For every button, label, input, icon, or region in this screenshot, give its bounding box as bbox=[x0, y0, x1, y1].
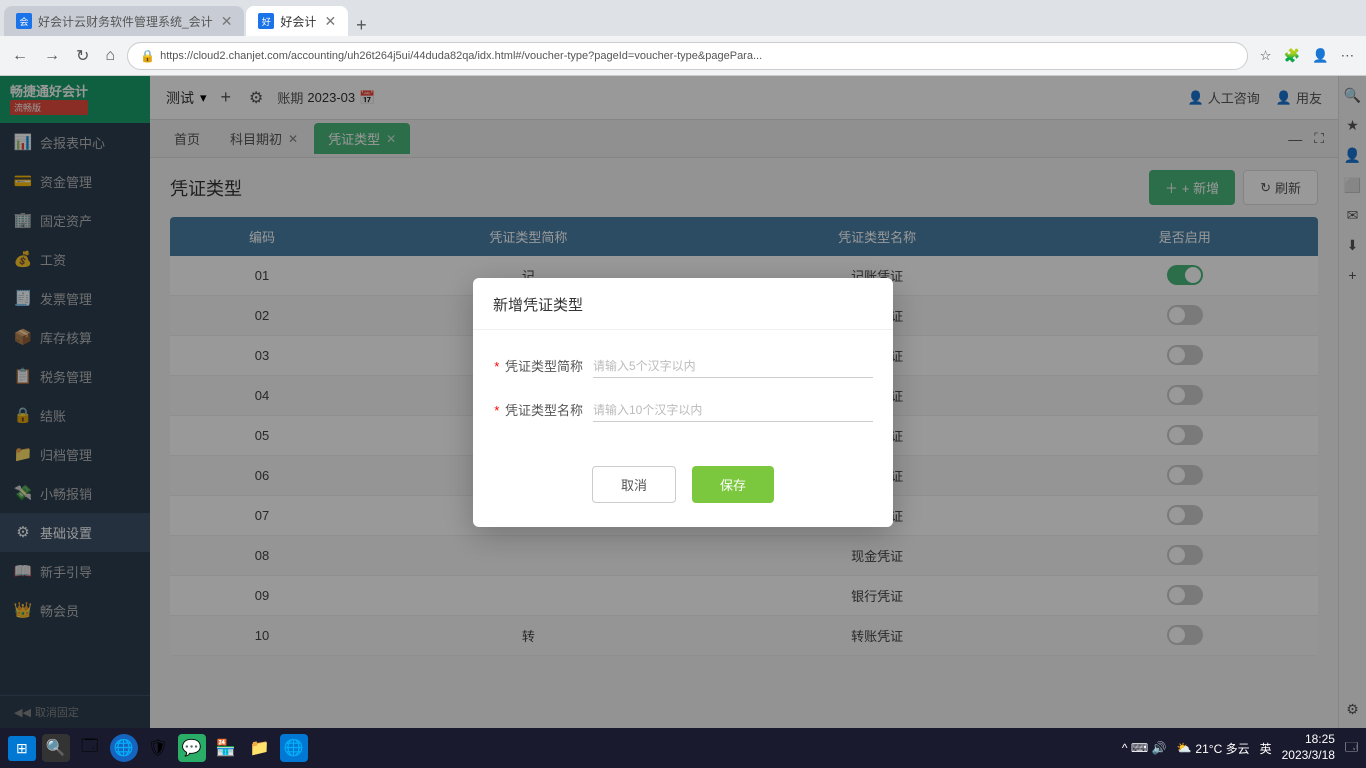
taskbar-indicators: ^ ⌨ 🔊 bbox=[1122, 741, 1167, 755]
taskbar-multitasking-icon[interactable]: 🗔 bbox=[76, 734, 104, 762]
forward-button[interactable]: → bbox=[40, 43, 64, 69]
cancel-button[interactable]: 取消 bbox=[592, 466, 676, 503]
tab-2-label: 好会计 bbox=[280, 13, 316, 30]
full-name-label: * 凭证类型名称 bbox=[493, 400, 593, 419]
save-button[interactable]: 保存 bbox=[692, 466, 774, 503]
browser-tab-1[interactable]: 会 好会计云财务软件管理系统_会计 ✕ bbox=[4, 6, 244, 36]
home-button[interactable]: ⌂ bbox=[101, 43, 119, 69]
tab-1-label: 好会计云财务软件管理系统_会计 bbox=[38, 13, 213, 30]
weather-icon: ⛅ bbox=[1176, 741, 1191, 755]
tab-1-icon: 会 bbox=[16, 13, 32, 29]
extension-icon[interactable]: 🧩 bbox=[1279, 44, 1304, 68]
taskbar-shield-icon[interactable]: 🛡 bbox=[144, 734, 172, 762]
start-button[interactable]: ⊞ bbox=[8, 736, 36, 761]
taskbar-right: ^ ⌨ 🔊 ⛅ 21°C 多云 英 18:25 2023/3/18 🗔 bbox=[1122, 732, 1358, 763]
url-bar[interactable]: 🔒 https://cloud2.chanjet.com/accounting/… bbox=[127, 42, 1247, 70]
weather-text: 21°C 多云 bbox=[1195, 740, 1249, 757]
taskbar-folder-icon[interactable]: 📁 bbox=[246, 734, 274, 762]
dialog-overlay: 新增凭证类型 * 凭证类型简称 * 凭证类型名称 取消 保存 bbox=[0, 76, 1366, 728]
language-indicator: 英 bbox=[1260, 740, 1272, 757]
new-tab-button[interactable]: + bbox=[348, 15, 375, 36]
more-options-icon[interactable]: ⋯ bbox=[1337, 44, 1358, 68]
profile-icon[interactable]: 👤 bbox=[1308, 44, 1333, 68]
taskbar: ⊞ 🔍 🗔 🌐 🛡 💬 🏪 📁 🌐 ^ ⌨ 🔊 ⛅ 21°C 多云 英 18:2… bbox=[0, 728, 1366, 768]
required-marker: * bbox=[494, 359, 499, 374]
dialog-body: * 凭证类型简称 * 凭证类型名称 bbox=[473, 330, 893, 458]
bookmark-icon[interactable]: ☆ bbox=[1256, 44, 1276, 68]
short-name-label: * 凭证类型简称 bbox=[493, 356, 593, 375]
taskbar-browser-icon[interactable]: 🌐 bbox=[110, 734, 138, 762]
short-name-input[interactable] bbox=[593, 354, 873, 378]
new-voucher-type-dialog: 新增凭证类型 * 凭证类型简称 * 凭证类型名称 取消 保存 bbox=[473, 278, 893, 527]
date-display: 2023/3/18 bbox=[1282, 748, 1335, 764]
form-row-short-name: * 凭证类型简称 bbox=[493, 354, 873, 378]
browser-tab-2[interactable]: 好 好会计 ✕ bbox=[246, 6, 348, 36]
required-marker-2: * bbox=[494, 403, 499, 418]
full-name-input[interactable] bbox=[593, 398, 873, 422]
lock-icon: 🔒 bbox=[140, 49, 154, 63]
dialog-title: 新增凭证类型 bbox=[473, 278, 893, 330]
tab-2-icon: 好 bbox=[258, 13, 274, 29]
time-display[interactable]: 18:25 2023/3/18 bbox=[1282, 732, 1335, 763]
notification-icon[interactable]: 🗔 bbox=[1345, 738, 1358, 759]
url-text: https://cloud2.chanjet.com/accounting/uh… bbox=[160, 50, 1234, 62]
dialog-footer: 取消 保存 bbox=[473, 458, 893, 527]
weather-info: ⛅ 21°C 多云 bbox=[1176, 740, 1249, 757]
refresh-button[interactable]: ↻ bbox=[72, 42, 93, 70]
clock: 18:25 bbox=[1282, 732, 1335, 748]
taskbar-store-icon[interactable]: 🏪 bbox=[212, 734, 240, 762]
back-button[interactable]: ← bbox=[8, 43, 32, 69]
tab-2-close[interactable]: ✕ bbox=[324, 14, 336, 28]
taskbar-edge-icon[interactable]: 🌐 bbox=[280, 734, 308, 762]
taskbar-wechat-icon[interactable]: 💬 bbox=[178, 734, 206, 762]
taskbar-search-icon[interactable]: 🔍 bbox=[42, 734, 70, 762]
tab-1-close[interactable]: ✕ bbox=[221, 14, 233, 28]
form-row-full-name: * 凭证类型名称 bbox=[493, 398, 873, 422]
